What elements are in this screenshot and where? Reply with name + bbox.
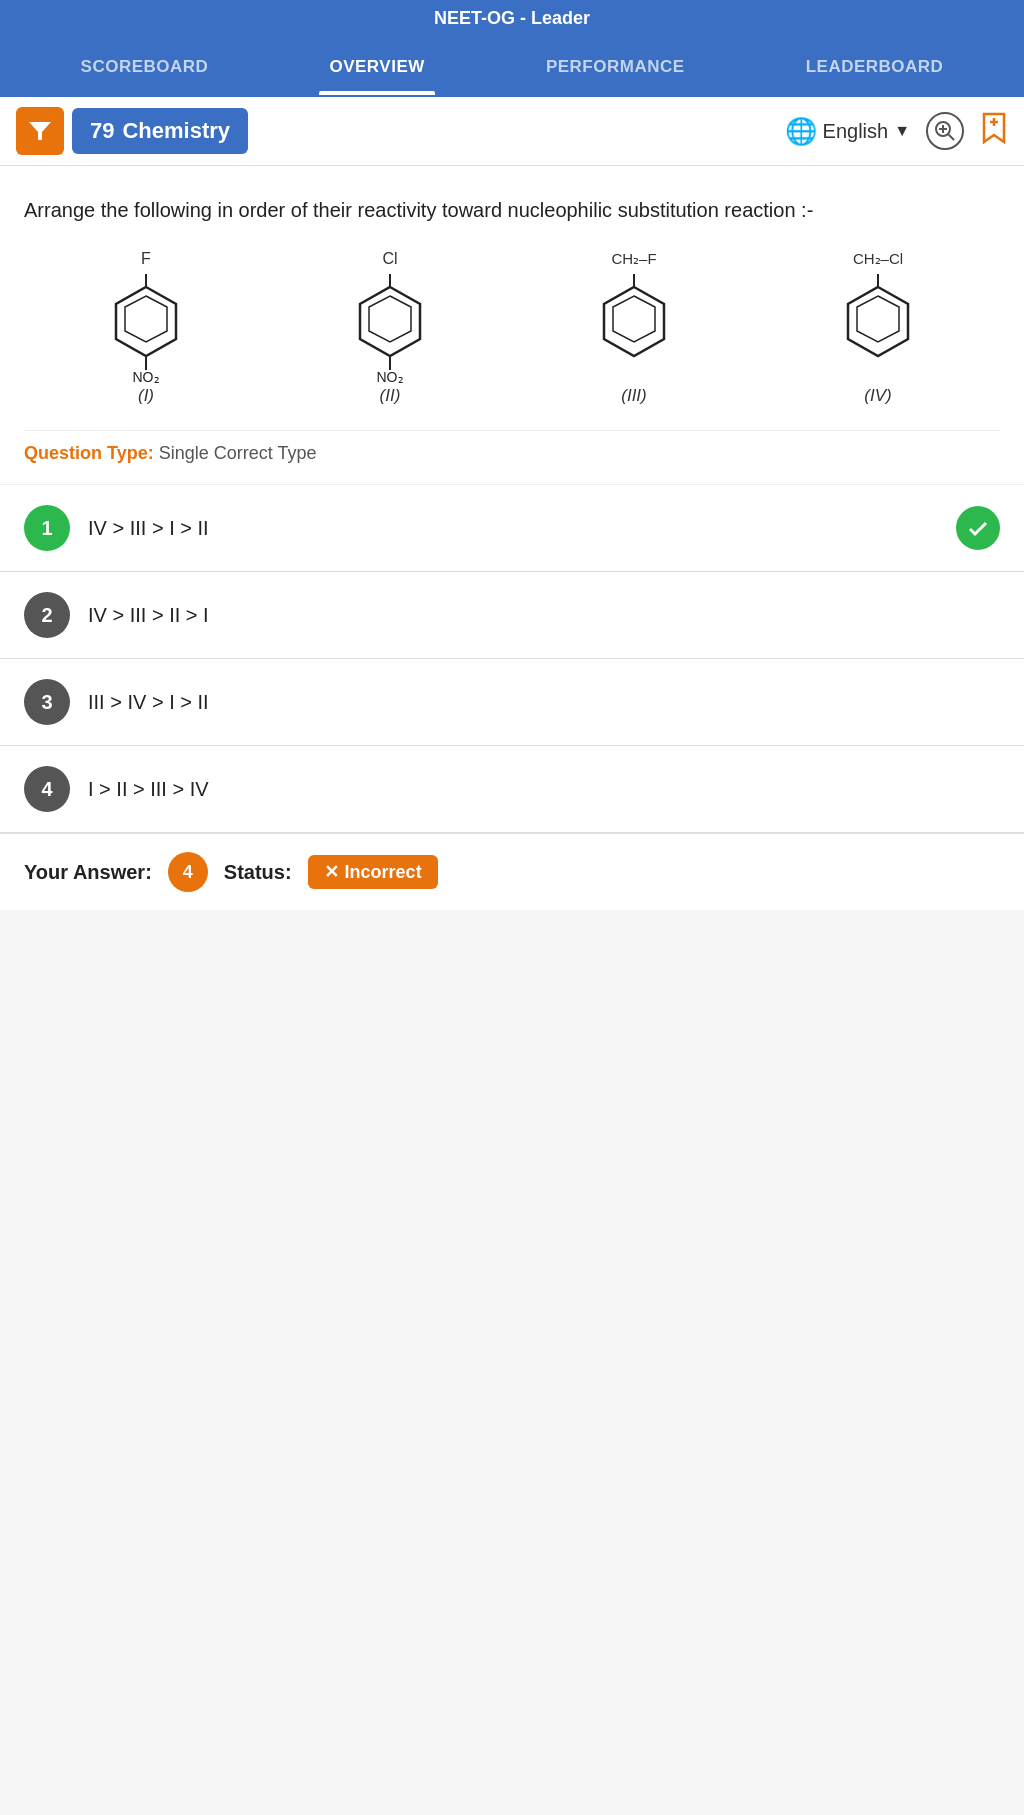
subject-badge: 79 Chemistry — [72, 108, 248, 154]
structure-II-top: Cl — [382, 250, 397, 268]
status-label: Status: — [224, 861, 292, 884]
option-number-1: 1 — [24, 505, 70, 551]
filter-left: 79 Chemistry — [16, 107, 248, 155]
options-container: 1 IV > III > I > II 2 IV > III > II > I … — [0, 485, 1024, 833]
svg-marker-13 — [369, 296, 411, 342]
structure-IV-top: CH₂–Cl — [853, 250, 903, 268]
option-text-4: I > II > III > IV — [88, 778, 1000, 801]
option-number-2: 2 — [24, 592, 70, 638]
structure-III-top: CH₂–F — [611, 250, 656, 268]
top-header: NEET-OG - Leader — [0, 0, 1024, 37]
nav-leaderboard[interactable]: LEADERBOARD — [796, 39, 954, 95]
answer-footer: Your Answer: 4 Status: ✕ Incorrect — [0, 833, 1024, 910]
svg-marker-18 — [613, 296, 655, 342]
language-button[interactable]: 🌐 English ▼ — [785, 116, 910, 147]
incorrect-icon: ✕ — [324, 861, 339, 883]
question-card: Arrange the following in order of their … — [0, 166, 1024, 485]
your-answer-value: 4 — [168, 852, 208, 892]
structures-container: F NO₂ (I) Cl NO₂ (II) — [24, 250, 1000, 406]
correct-icon — [956, 506, 1000, 550]
status-value: Incorrect — [345, 862, 422, 883]
structure-IV: CH₂–Cl (IV) — [833, 250, 923, 406]
svg-marker-0 — [29, 122, 51, 140]
structure-IV-roman: (IV) — [864, 386, 891, 406]
chevron-down-icon: ▼ — [894, 122, 910, 140]
structure-II-roman: (II) — [380, 386, 401, 406]
option-text-2: IV > III > II > I — [88, 604, 1000, 627]
bookmark-button[interactable] — [980, 112, 1008, 151]
svg-text:NO₂: NO₂ — [377, 369, 404, 385]
nav-scoreboard[interactable]: SCOREBOARD — [71, 39, 219, 95]
language-label: English — [823, 120, 889, 143]
nav-overview[interactable]: OVERVIEW — [319, 39, 434, 95]
question-type: Question Type: Single Correct Type — [24, 430, 1000, 464]
question-type-value: Single Correct Type — [159, 443, 317, 463]
nav-performance[interactable]: PERFORMANCE — [536, 39, 695, 95]
option-row-3[interactable]: 3 III > IV > I > II — [0, 659, 1024, 746]
subject-label: Chemistry — [122, 118, 230, 144]
svg-line-2 — [948, 134, 954, 140]
filter-bar: 79 Chemistry 🌐 English ▼ — [0, 97, 1024, 166]
structure-II: Cl NO₂ (II) — [345, 250, 435, 406]
question-text: Arrange the following in order of their … — [24, 194, 1000, 226]
option-row-4[interactable]: 4 I > II > III > IV — [0, 746, 1024, 833]
svg-text:NO₂: NO₂ — [133, 369, 160, 385]
header-title: NEET-OG - Leader — [434, 8, 590, 28]
filter-right: 🌐 English ▼ — [785, 112, 1008, 151]
option-text-1: IV > III > I > II — [88, 517, 938, 540]
question-number: 79 — [90, 118, 114, 144]
nav-bar: SCOREBOARD OVERVIEW PERFORMANCE LEADERBO… — [0, 37, 1024, 97]
option-row-1[interactable]: 1 IV > III > I > II — [0, 485, 1024, 572]
your-answer-label: Your Answer: — [24, 861, 152, 884]
structure-I: F NO₂ (I) — [101, 250, 191, 406]
option-row-2[interactable]: 2 IV > III > II > I — [0, 572, 1024, 659]
structure-I-top: F — [141, 250, 151, 268]
option-number-4: 4 — [24, 766, 70, 812]
option-number-3: 3 — [24, 679, 70, 725]
svg-marker-8 — [125, 296, 167, 342]
zoom-button[interactable] — [926, 112, 964, 150]
question-type-label: Question Type: — [24, 443, 154, 463]
option-text-3: III > IV > I > II — [88, 691, 1000, 714]
structure-I-roman: (I) — [138, 386, 154, 406]
structure-III: CH₂–F (III) — [589, 250, 679, 406]
structure-III-roman: (III) — [621, 386, 647, 406]
svg-marker-21 — [857, 296, 899, 342]
status-badge: ✕ Incorrect — [308, 855, 438, 889]
filter-button[interactable] — [16, 107, 64, 155]
